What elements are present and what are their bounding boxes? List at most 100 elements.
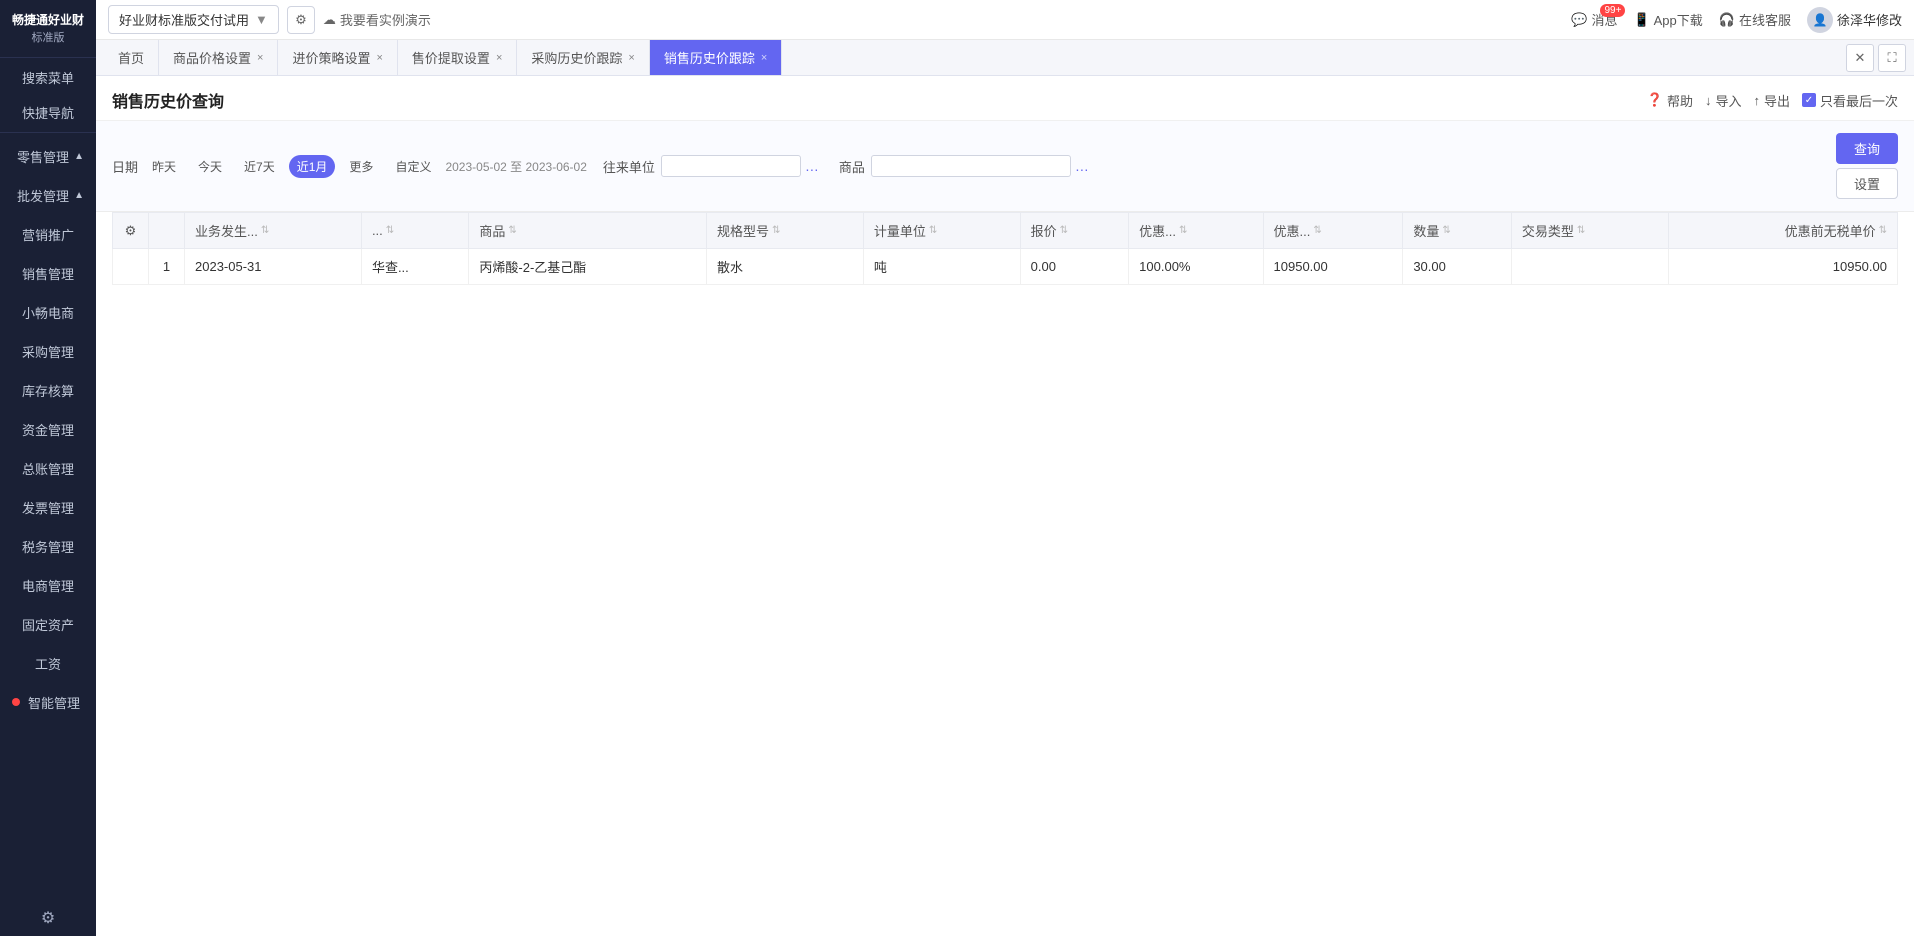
sidebar-item-retail[interactable]: 零售管理 ▲ [0,137,96,176]
tab-home[interactable]: 首页 [104,40,159,76]
sidebar-item-purchase-label: 采购管理 [12,342,84,361]
source-input-wrap: … [661,155,823,177]
user-name: 徐泽华修改 [1837,10,1902,29]
topbar-gear-button[interactable]: ⚙ [287,6,315,34]
col-price-sort: 报价 ⇅ [1031,221,1068,240]
only-last-checkbox[interactable]: ✓ 只看最后一次 [1802,91,1898,110]
tab-purchase-strategy-close-icon[interactable]: × [376,52,382,64]
app-selector-label: 好业财标准版交付试用 [119,10,249,29]
app-logo-sub: 标准版 [32,29,65,45]
row-discount-pct-cell: 100.00% [1129,249,1263,285]
date-1month-btn[interactable]: 近1月 [289,155,336,178]
import-icon: ↓ [1705,93,1712,108]
settings-gear-icon[interactable]: ⚙ [41,908,55,928]
col-biz-date[interactable]: 业务发生... ⇅ [185,213,362,249]
row-pretax-price-cell: 10950.00 [1668,249,1897,285]
date-today-btn[interactable]: 今天 [190,155,230,178]
col-biz-date-label: 业务发生... [195,221,258,240]
tab-price-extract-close-icon[interactable]: × [496,52,502,64]
col-extra[interactable]: ... ⇅ [361,213,468,249]
row-index-cell: 1 [149,249,185,285]
date-more-btn[interactable]: 更多 [341,155,381,178]
col-discount-pct[interactable]: 优惠... ⇅ [1129,213,1263,249]
tab-purchase-history-close-icon[interactable]: × [628,52,634,64]
col-qty[interactable]: 数量 ⇅ [1403,213,1512,249]
col-product[interactable]: 商品 ⇅ [469,213,707,249]
sidebar-divider-1 [0,132,96,133]
message-button[interactable]: 💬 消息 99+ [1571,10,1617,29]
col-index [149,213,185,249]
export-button[interactable]: ↑ 导出 [1753,91,1790,110]
app-logo-title: 畅捷通好业财 [12,12,84,29]
product-input[interactable] [871,155,1071,177]
sidebar-item-tax-label: 税务管理 [12,537,84,556]
topbar-left: 好业财标准版交付试用 ▼ ⚙ ☁ 我要看实例演示 [108,5,431,34]
sidebar-item-invoice[interactable]: 发票管理 [0,488,96,527]
import-label: 导入 [1715,91,1741,110]
col-trans-type[interactable]: 交易类型 ⇅ [1511,213,1668,249]
col-pretax-price[interactable]: 优惠前无税单价 ⇅ [1668,213,1897,249]
sidebar-item-wholesale[interactable]: 批发管理 ▲ [0,176,96,215]
sidebar-item-ecommerce[interactable]: 电商管理 [0,566,96,605]
col-discount-val[interactable]: 优惠... ⇅ [1263,213,1403,249]
sidebar-item-purchase[interactable]: 采购管理 [0,332,96,371]
online-service-button[interactable]: 🎧 在线客服 [1719,10,1791,29]
close-window-button[interactable]: ✕ [1846,44,1874,72]
data-table: ⚙ 业务发生... ⇅ ... ⇅ [112,212,1898,285]
sidebar: 畅捷通好业财 标准版 搜索菜单 快捷导航 零售管理 ▲ 批发管理 ▲ 营销推广 … [0,0,96,936]
row-discount-val-cell: 10950.00 [1263,249,1403,285]
demo-button[interactable]: ☁ 我要看实例演示 [323,10,431,29]
sidebar-item-marketing[interactable]: 营销推广 [0,215,96,254]
user-avatar: 👤 [1807,7,1833,33]
query-button[interactable]: 查询 [1836,133,1898,164]
sidebar-item-ai[interactable]: 智能管理 [0,683,96,722]
sidebar-item-tax[interactable]: 税务管理 [0,527,96,566]
sidebar-item-finance[interactable]: 资金管理 [0,410,96,449]
import-button[interactable]: ↓ 导入 [1705,91,1742,110]
user-menu[interactable]: 👤 徐泽华修改 [1807,7,1902,33]
sidebar-item-assets[interactable]: 固定资产 [0,605,96,644]
tab-product-price-close-icon[interactable]: × [257,52,263,64]
sidebar-item-ecommerce-small[interactable]: 小畅电商 [0,293,96,332]
product-picker-btn[interactable]: … [1071,158,1093,174]
table-header-row: ⚙ 业务发生... ⇅ ... ⇅ [113,213,1898,249]
tab-purchase-history[interactable]: 采购历史价跟踪 × [517,40,649,76]
quick-nav-btn[interactable]: 快捷导航 [0,97,96,128]
sidebar-item-sales[interactable]: 销售管理 [0,254,96,293]
app-download-button[interactable]: 📱 App下载 [1633,10,1702,29]
expand-window-button[interactable]: ⛶ [1878,44,1906,72]
tab-product-price[interactable]: 商品价格设置 × [159,40,278,76]
sidebar-item-salary[interactable]: 工资 [0,644,96,683]
col-spec-label: 规格型号 [717,221,769,240]
source-picker-btn[interactable]: … [801,158,823,174]
help-button[interactable]: ❓ 帮助 [1647,91,1693,110]
tab-price-extract[interactable]: 售价提取设置 × [398,40,517,76]
retail-arrow-icon: ▲ [74,151,84,162]
sort-icon-discount-val: ⇅ [1313,225,1321,236]
tab-sales-history-close-icon[interactable]: × [761,52,767,64]
sidebar-item-sales-label: 销售管理 [12,264,84,283]
search-menu-btn[interactable]: 搜索菜单 [0,58,96,97]
sidebar-item-retail-label: 零售管理 [12,147,74,166]
date-7days-btn[interactable]: 近7天 [236,155,283,178]
col-unit[interactable]: 计量单位 ⇅ [863,213,1020,249]
source-filter-group: 往来单位 … [603,155,823,177]
col-discount-pct-sort: 优惠... ⇅ [1139,221,1187,240]
filter-area: 日期 昨天 今天 近7天 近1月 更多 自定义 2023-05-02 至 202… [96,121,1914,212]
source-input[interactable] [661,155,801,177]
sidebar-item-inventory[interactable]: 库存核算 [0,371,96,410]
tab-purchase-strategy[interactable]: 进价策略设置 × [278,40,397,76]
date-custom-btn[interactable]: 自定义 [387,155,439,178]
date-yesterday-btn[interactable]: 昨天 [144,155,184,178]
sidebar-item-ledger[interactable]: 总账管理 [0,449,96,488]
settings-button[interactable]: 设置 [1836,168,1898,199]
sort-icon-biz-date: ⇅ [261,225,269,236]
tab-sales-history[interactable]: 销售历史价跟踪 × [650,40,782,76]
message-badge: 99+ [1600,4,1625,17]
col-spec[interactable]: 规格型号 ⇅ [707,213,864,249]
col-gear[interactable]: ⚙ [113,213,149,249]
col-price[interactable]: 报价 ⇅ [1020,213,1129,249]
cloud-icon: ☁ [323,12,336,28]
tab-home-label: 首页 [118,48,144,67]
app-selector[interactable]: 好业财标准版交付试用 ▼ [108,5,279,34]
